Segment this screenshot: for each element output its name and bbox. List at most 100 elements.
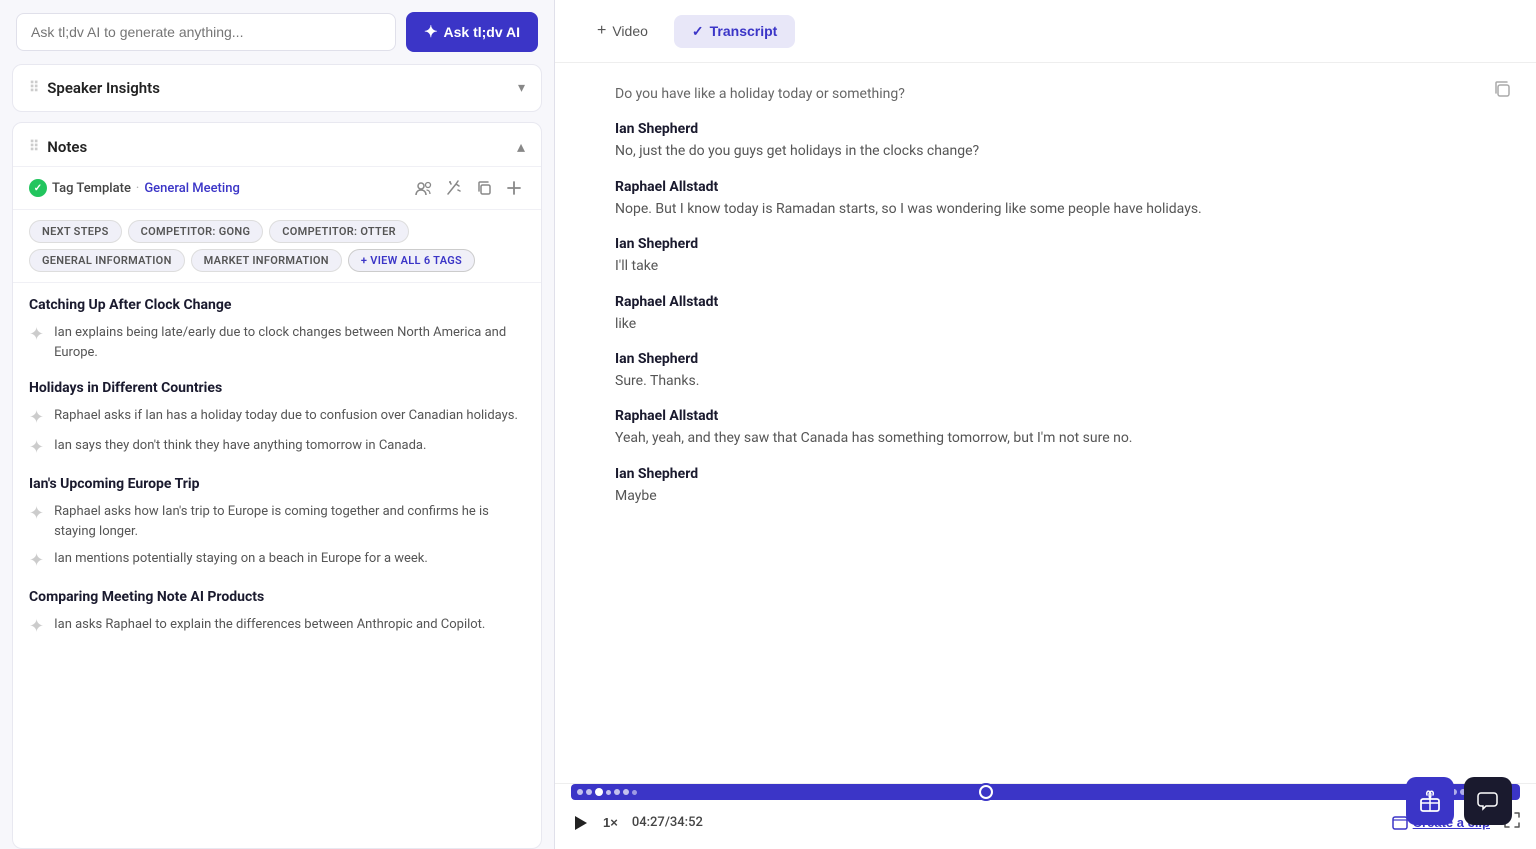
note-group-europe: Ian's Upcoming Europe Trip ✦ Raphael ask…	[29, 476, 525, 571]
note-bullet: ✦	[29, 550, 44, 571]
search-input[interactable]	[16, 13, 396, 51]
transcript-block: Raphael Allstadt like	[615, 294, 1476, 335]
tab-video[interactable]: + Video	[579, 14, 666, 48]
speaker-name: Raphael Allstadt	[615, 179, 1476, 195]
chevron-up-icon: ▴	[517, 137, 525, 156]
note-group-clock: Catching Up After Clock Change ✦ Ian exp…	[29, 297, 525, 362]
drag-icon: ⠿	[29, 80, 39, 96]
ask-tldv-button[interactable]: ✦ Ask tl;dv AI	[406, 12, 538, 52]
tag-template-actions	[412, 177, 525, 199]
note-item: ✦ Raphael asks if Ian has a holiday toda…	[29, 406, 525, 428]
track-dot	[586, 789, 592, 795]
plus-icon: +	[597, 22, 606, 40]
transcript-block: Raphael Allstadt Nope. But I know today …	[615, 179, 1476, 220]
note-item: ✦ Ian says they don't think they have an…	[29, 436, 525, 458]
speaker-name: Ian Shepherd	[615, 236, 1476, 252]
transcript-block: Ian Shepherd Sure. Thanks.	[615, 351, 1476, 392]
speaker-text: No, just the do you guys get holidays in…	[615, 140, 1476, 162]
time-display: 04:27/34:52	[632, 815, 703, 830]
track-dot	[577, 789, 583, 795]
speaker-text: Nope. But I know today is Ramadan starts…	[615, 198, 1476, 220]
tag-template-label: Tag Template	[52, 181, 131, 196]
transcript-block: Ian Shepherd No, just the do you guys ge…	[615, 121, 1476, 162]
tag-template-link[interactable]: General Meeting	[144, 181, 239, 196]
transcript-intro: Do you have like a holiday today or some…	[615, 83, 1476, 105]
note-text: Ian asks Raphael to explain the differen…	[54, 615, 485, 635]
note-item: ✦ Ian mentions potentially staying on a …	[29, 549, 525, 571]
transcript-block: Ian Shepherd Maybe	[615, 466, 1476, 507]
track-dot	[623, 789, 629, 795]
ask-button-label: Ask tl;dv AI	[444, 24, 521, 40]
magic-icon-button[interactable]	[443, 177, 465, 199]
speed-button[interactable]: 1×	[603, 815, 618, 830]
tag-next-steps[interactable]: NEXT STEPS	[29, 220, 122, 243]
gift-button[interactable]	[1406, 777, 1454, 825]
search-bar-row: ✦ Ask tl;dv AI	[0, 12, 554, 64]
speed-label: 1×	[603, 815, 618, 830]
note-group-europe-title: Ian's Upcoming Europe Trip	[29, 476, 525, 492]
note-bullet: ✦	[29, 324, 44, 345]
note-bullet: ✦	[29, 503, 44, 524]
speaker-insights-header[interactable]: ⠿ Speaker Insights ▾	[13, 65, 541, 111]
left-panel: ✦ Ask tl;dv AI ⠿ Speaker Insights ▾ ⠿ No…	[0, 0, 555, 849]
note-item: ✦ Ian explains being late/early due to c…	[29, 323, 525, 362]
note-group-ai-title: Comparing Meeting Note AI Products	[29, 589, 525, 605]
note-text: Raphael asks how Ian's trip to Europe is…	[54, 502, 525, 541]
right-top-bar: + Video ✓ Transcript	[555, 0, 1536, 63]
note-bullet: ✦	[29, 437, 44, 458]
speaker-text: I'll take	[615, 255, 1476, 277]
chevron-down-icon: ▾	[518, 80, 525, 96]
tab-transcript-label: Transcript	[710, 23, 778, 39]
tag-competitor-otter[interactable]: COMPETITOR: OTTER	[269, 220, 409, 243]
note-text: Ian explains being late/early due to clo…	[54, 323, 525, 362]
speaker-insights-title: Speaker Insights	[47, 79, 160, 97]
note-group-clock-title: Catching Up After Clock Change	[29, 297, 525, 313]
copy-transcript-button[interactable]	[1492, 79, 1512, 105]
tag-template-row: ✓ Tag Template · General Meeting	[13, 167, 541, 210]
note-group-ai: Comparing Meeting Note AI Products ✦ Ian…	[29, 589, 525, 637]
note-group-holidays-title: Holidays in Different Countries	[29, 380, 525, 396]
notes-title: Notes	[47, 138, 87, 156]
progress-thumb[interactable]	[979, 785, 993, 799]
player-bar: 1× 04:27/34:52 Create a clip	[555, 783, 1536, 849]
total-time: 34:52	[670, 815, 703, 830]
users-icon-button[interactable]	[412, 178, 435, 199]
play-button[interactable]	[571, 814, 589, 832]
transcript-area: Do you have like a holiday today or some…	[555, 63, 1536, 783]
green-check-icon: ✓	[29, 179, 47, 197]
track-dot	[606, 790, 611, 795]
progress-track[interactable]	[571, 784, 1520, 800]
note-text: Raphael asks if Ian has a holiday today …	[54, 406, 518, 426]
notes-content: Catching Up After Clock Change ✦ Ian exp…	[13, 283, 541, 848]
tag-general-info[interactable]: GENERAL INFORMATION	[29, 249, 185, 272]
speaker-name: Ian Shepherd	[615, 121, 1476, 137]
note-text: Ian says they don't think they have anyt…	[54, 436, 426, 456]
speaker-name: Raphael Allstadt	[615, 294, 1476, 310]
track-dot	[595, 788, 603, 796]
note-group-holidays: Holidays in Different Countries ✦ Raphae…	[29, 380, 525, 458]
floating-buttons	[1406, 777, 1512, 825]
transcript-block: Raphael Allstadt Yeah, yeah, and they sa…	[615, 408, 1476, 449]
note-item: ✦ Ian asks Raphael to explain the differ…	[29, 615, 525, 637]
tag-template-badge: ✓ Tag Template · General Meeting	[29, 179, 240, 197]
speaker-text: Yeah, yeah, and they saw that Canada has…	[615, 427, 1476, 449]
speaker-text: like	[615, 313, 1476, 335]
tab-transcript[interactable]: ✓ Transcript	[674, 15, 795, 48]
tab-video-label: Video	[612, 23, 648, 39]
speaker-insights-card: ⠿ Speaker Insights ▾	[12, 64, 542, 112]
note-bullet: ✦	[29, 407, 44, 428]
tags-row: NEXT STEPS COMPETITOR: GONG COMPETITOR: …	[13, 210, 541, 283]
tag-market-info[interactable]: MARKET INFORMATION	[191, 249, 342, 272]
tag-template-separator: ·	[136, 181, 139, 196]
notes-section: ⠿ Notes ▴ ✓ Tag Template · General Meeti…	[12, 122, 542, 849]
notes-header: ⠿ Notes ▴	[13, 123, 541, 167]
speaker-name: Raphael Allstadt	[615, 408, 1476, 424]
track-dot	[632, 790, 637, 795]
speaker-name: Ian Shepherd	[615, 351, 1476, 367]
add-icon-button[interactable]	[503, 177, 525, 199]
tag-competitor-gong[interactable]: COMPETITOR: GONG	[128, 220, 264, 243]
chat-button[interactable]	[1464, 777, 1512, 825]
copy-icon-button[interactable]	[473, 177, 495, 199]
note-text: Ian mentions potentially staying on a be…	[54, 549, 428, 569]
tag-view-all[interactable]: + VIEW ALL 6 TAGS	[348, 249, 475, 272]
